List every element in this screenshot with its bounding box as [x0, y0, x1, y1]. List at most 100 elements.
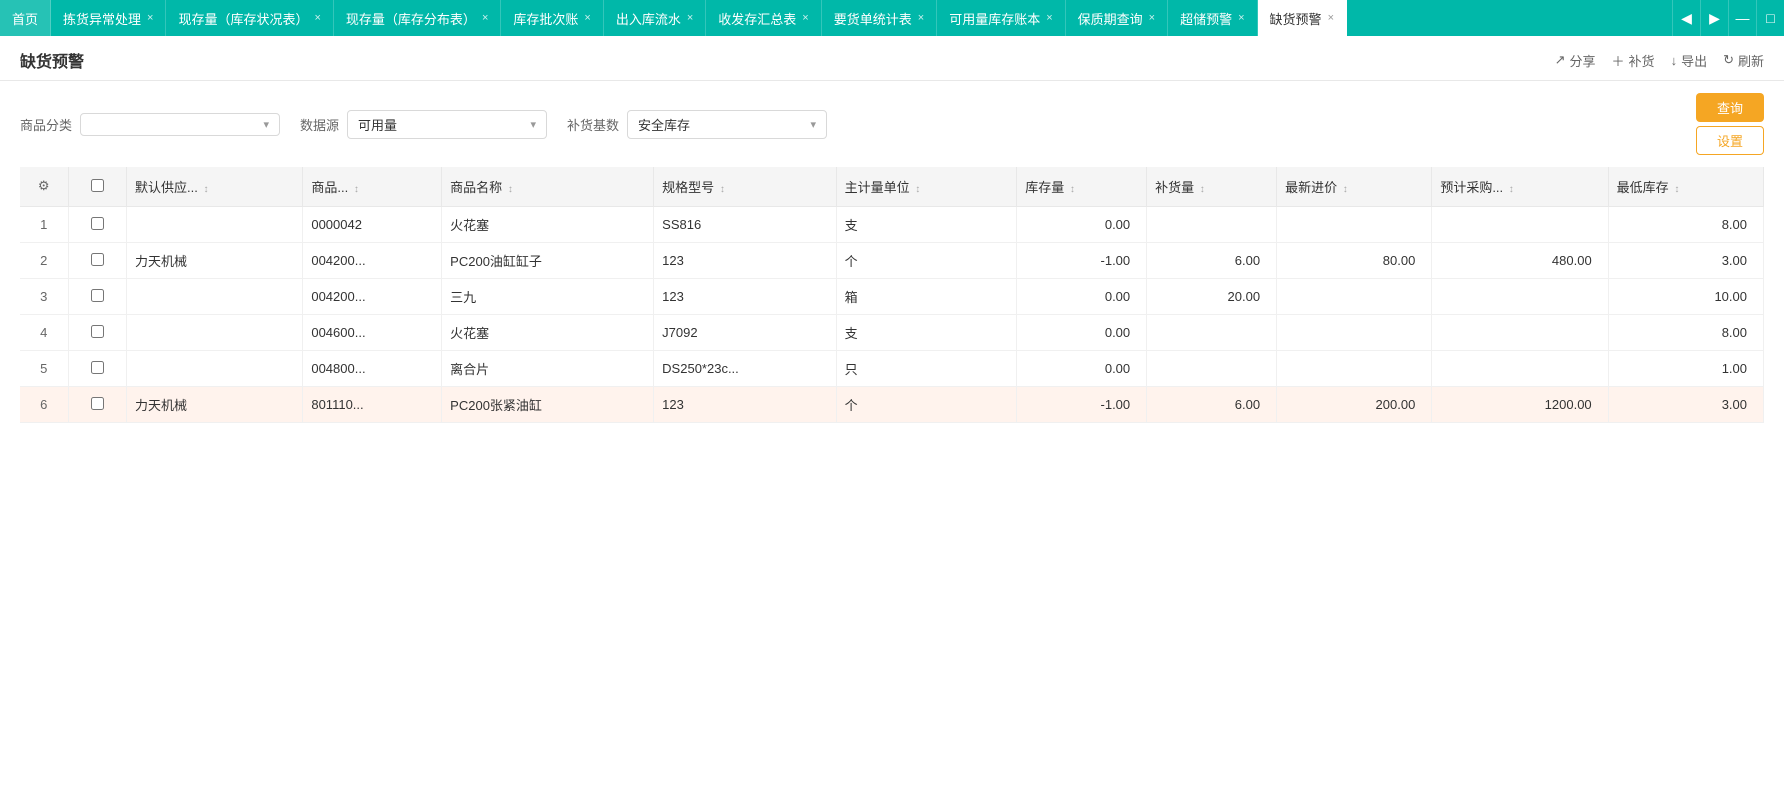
close-tab-6[interactable]: ×	[802, 12, 808, 24]
cell-default-supplier: 力天机械	[126, 243, 302, 279]
close-tab-11[interactable]: ×	[1328, 12, 1334, 24]
tab-shortage-warning[interactable]: 缺货预警 ×	[1258, 0, 1347, 36]
share-button[interactable]: ↗ 分享	[1555, 51, 1596, 70]
close-tab-2[interactable]: ×	[314, 12, 320, 24]
category-chevron-down-icon: ▾	[263, 118, 269, 131]
datasource-select-value: 可用量	[358, 115, 397, 134]
datasource-label: 数据源	[300, 115, 339, 134]
col-default-supplier: 默认供应... ↕	[126, 167, 302, 207]
cell-product-code: 004200...	[303, 243, 442, 279]
page-header: 缺货预警 ↗ 分享 ＋ 补货 ↓ 导出 ↻ 刷新	[0, 36, 1784, 81]
cell-spec: J7092	[654, 315, 836, 351]
col-restock-qty: 补货量 ↕	[1147, 167, 1277, 207]
cell-product-code: 004800...	[303, 351, 442, 387]
cell-spec: SS816	[654, 207, 836, 243]
cell-spec: 123	[654, 243, 836, 279]
sort-stock-icon[interactable]: ↕	[1070, 184, 1075, 195]
restock-basis-select-value: 安全库存	[638, 115, 690, 134]
close-tab-8[interactable]: ×	[1046, 12, 1052, 24]
tab-nav-buttons: ◀ ▶ — □	[1672, 0, 1784, 36]
col-min-stock: 最低库存 ↕	[1608, 167, 1763, 207]
col-product-code: 商品... ↕	[303, 167, 442, 207]
restock-button[interactable]: ＋ 补货	[1612, 51, 1655, 70]
refresh-button[interactable]: ↻ 刷新	[1723, 51, 1764, 70]
cell-product-name: PC200张紧油缸	[442, 387, 654, 423]
cell-product-name: 火花塞	[442, 315, 654, 351]
sort-code-icon[interactable]: ↕	[354, 184, 359, 195]
tab-picking-exception[interactable]: 拣货异常处理 ×	[51, 0, 166, 36]
tab-home[interactable]: 首页	[0, 0, 51, 36]
close-tab-3[interactable]: ×	[482, 12, 488, 24]
cell-latest-price	[1277, 315, 1432, 351]
filter-actions: 查询 设置	[1696, 93, 1764, 155]
sort-restock-icon[interactable]: ↕	[1200, 184, 1205, 195]
category-label: 商品分类	[20, 115, 72, 134]
cell-default-supplier	[126, 279, 302, 315]
cell-unit: 箱	[836, 279, 1017, 315]
column-gear-icon[interactable]: ⚙	[35, 178, 53, 196]
cell-unit: 个	[836, 387, 1017, 423]
tab-overstock-warning[interactable]: 超储预警 ×	[1168, 0, 1257, 36]
close-tab-1[interactable]: ×	[147, 12, 153, 24]
cell-est-purchase: 480.00	[1432, 243, 1608, 279]
cell-min-stock: 3.00	[1608, 387, 1763, 423]
cell-unit: 支	[836, 315, 1017, 351]
minimize-button[interactable]: —	[1728, 0, 1756, 36]
row-checkbox[interactable]	[91, 217, 104, 230]
tab-requisition-stats[interactable]: 要货单统计表 ×	[822, 0, 937, 36]
tab-next-button[interactable]: ▶	[1700, 0, 1728, 36]
tab-available-ledger[interactable]: 可用量库存账本 ×	[937, 0, 1065, 36]
row-index: 5	[20, 351, 68, 387]
maximize-button[interactable]: □	[1756, 0, 1784, 36]
tab-expiry-query[interactable]: 保质期查询 ×	[1066, 0, 1168, 36]
restock-basis-select[interactable]: 安全库存 ▾	[627, 110, 827, 139]
category-select[interactable]: ▾	[80, 113, 280, 136]
close-tab-7[interactable]: ×	[918, 12, 924, 24]
datasource-select[interactable]: 可用量 ▾	[347, 110, 547, 139]
cell-spec: 123	[654, 279, 836, 315]
tab-inventory-status[interactable]: 现存量（库存状况表） ×	[166, 0, 333, 36]
sort-unit-icon[interactable]: ↕	[915, 184, 920, 195]
select-all-checkbox[interactable]	[91, 179, 104, 192]
sort-purchase-icon[interactable]: ↕	[1509, 184, 1514, 195]
query-button[interactable]: 查询	[1696, 93, 1764, 122]
sort-name-icon[interactable]: ↕	[508, 184, 513, 195]
sort-spec-icon[interactable]: ↕	[720, 184, 725, 195]
cell-est-purchase	[1432, 315, 1608, 351]
table-row: 2 力天机械 004200... PC200油缸缸子 123 个 -1.00 6…	[20, 243, 1764, 279]
row-checkbox[interactable]	[91, 289, 104, 302]
cell-min-stock: 8.00	[1608, 315, 1763, 351]
cell-est-purchase	[1432, 207, 1608, 243]
cell-product-code: 004200...	[303, 279, 442, 315]
tab-prev-button[interactable]: ◀	[1672, 0, 1700, 36]
cell-default-supplier: 力天机械	[126, 387, 302, 423]
sort-minstock-icon[interactable]: ↕	[1674, 184, 1679, 195]
row-checkbox[interactable]	[91, 325, 104, 338]
row-checkbox[interactable]	[91, 397, 104, 410]
close-tab-9[interactable]: ×	[1149, 12, 1155, 24]
tab-inout-flow[interactable]: 出入库流水 ×	[604, 0, 706, 36]
row-checkbox[interactable]	[91, 253, 104, 266]
settings-button[interactable]: 设置	[1696, 126, 1764, 155]
close-tab-10[interactable]: ×	[1238, 12, 1244, 24]
table-header-row: ⚙ 默认供应... ↕ 商品... ↕ 商品名称 ↕	[20, 167, 1764, 207]
row-checkbox[interactable]	[91, 361, 104, 374]
tab-inventory-dist[interactable]: 现存量（库存分布表） ×	[334, 0, 501, 36]
col-spec: 规格型号 ↕	[654, 167, 836, 207]
data-table: ⚙ 默认供应... ↕ 商品... ↕ 商品名称 ↕	[20, 167, 1764, 423]
close-tab-5[interactable]: ×	[687, 12, 693, 24]
close-tab-4[interactable]: ×	[584, 12, 590, 24]
datasource-filter-group: 数据源 可用量 ▾	[300, 110, 547, 139]
cell-product-name: PC200油缸缸子	[442, 243, 654, 279]
tab-recv-send-summary[interactable]: 收发存汇总表 ×	[706, 0, 821, 36]
table-row: 5 004800... 离合片 DS250*23c... 只 0.00 1.00	[20, 351, 1764, 387]
tab-batch-account[interactable]: 库存批次账 ×	[501, 0, 603, 36]
sort-price-icon[interactable]: ↕	[1343, 184, 1348, 195]
cell-latest-price	[1277, 207, 1432, 243]
export-button[interactable]: ↓ 导出	[1671, 51, 1708, 70]
cell-default-supplier	[126, 315, 302, 351]
cell-product-code: 004600...	[303, 315, 442, 351]
row-index: 3	[20, 279, 68, 315]
sort-supplier-icon[interactable]: ↕	[203, 184, 208, 195]
col-unit: 主计量单位 ↕	[836, 167, 1017, 207]
